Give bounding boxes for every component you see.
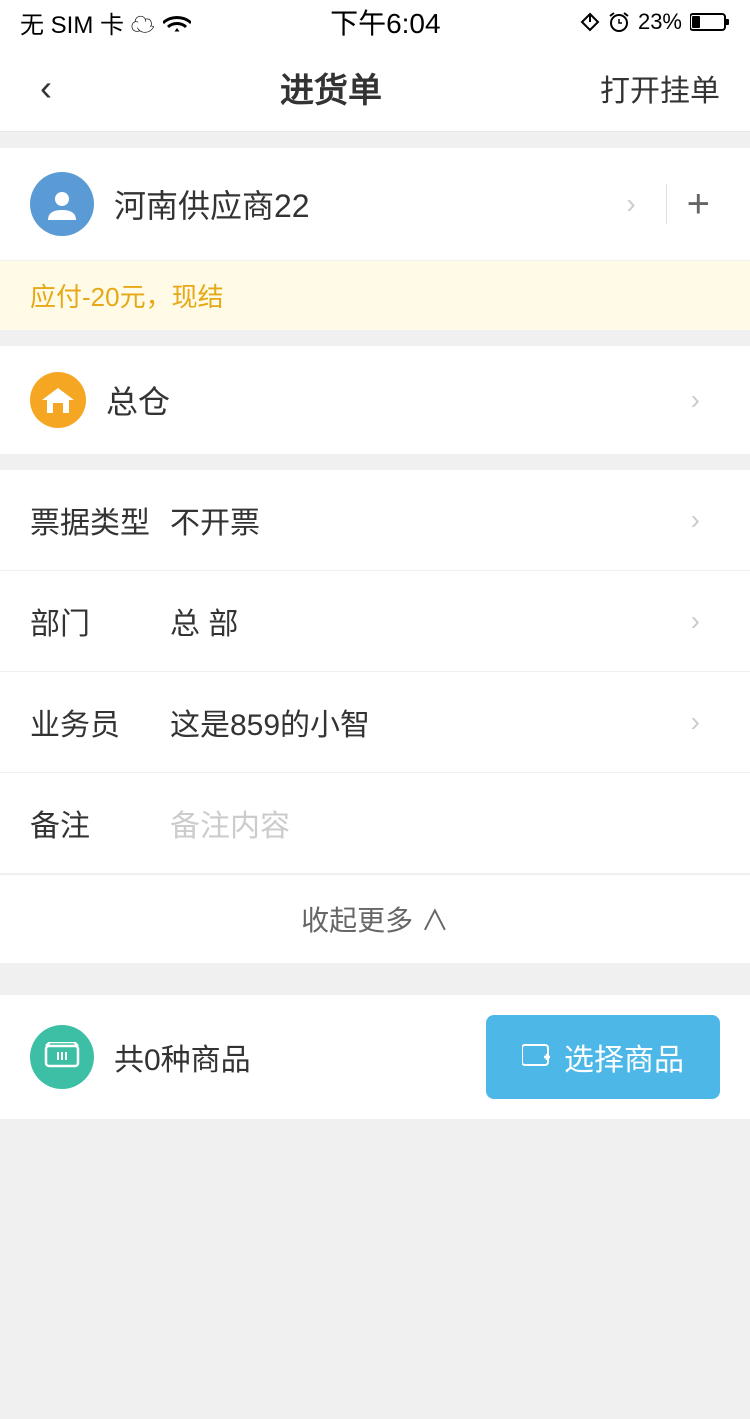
cart-icon xyxy=(44,1042,80,1072)
supplier-name: 河南供应商22 xyxy=(114,181,626,227)
warehouse-name: 总仓 xyxy=(106,377,691,423)
product-icon xyxy=(30,1025,94,1089)
section-gap-4 xyxy=(0,963,750,979)
alarm-icon xyxy=(608,11,630,33)
supplier-section: 河南供应商22 › + 应付-20元，现结 xyxy=(0,148,750,330)
page-rest xyxy=(0,1119,750,1419)
supplier-avatar xyxy=(30,172,94,236)
value-salesperson: 这是859的小智 xyxy=(170,700,691,744)
form-row-salesperson[interactable]: 业务员 这是859的小智 › xyxy=(0,672,750,773)
status-bar: 无 SIM 卡 ☁ 下午6:04 23% xyxy=(0,0,750,44)
warehouse-section[interactable]: 总仓 › xyxy=(0,346,750,454)
section-gap-3 xyxy=(0,454,750,470)
open-pending-button[interactable]: 打开挂单 xyxy=(600,66,720,110)
invoice-type-chevron-icon: › xyxy=(691,504,700,536)
section-gap-2 xyxy=(0,330,750,346)
warehouse-row[interactable]: 总仓 › xyxy=(0,346,750,454)
salesperson-chevron-icon: › xyxy=(691,706,700,738)
vertical-divider xyxy=(666,184,667,224)
nav-bar: ‹ 进货单 打开挂单 xyxy=(0,44,750,132)
value-department: 总 部 xyxy=(170,599,691,643)
label-invoice-type: 票据类型 xyxy=(30,498,150,542)
bottom-bar: 共0种商品 选择商品 xyxy=(0,995,750,1119)
label-department: 部门 xyxy=(30,599,150,643)
select-product-button[interactable]: 选择商品 xyxy=(486,1015,720,1099)
form-row-department[interactable]: 部门 总 部 › xyxy=(0,571,750,672)
warehouse-chevron-icon: › xyxy=(691,384,700,416)
sim-label: 无 SIM 卡 ☁ xyxy=(20,5,155,40)
value-invoice-type: 不开票 xyxy=(170,498,691,542)
wifi-icon xyxy=(163,12,191,32)
add-button[interactable]: + xyxy=(677,182,720,227)
select-icon xyxy=(522,1043,554,1071)
status-right: 23% xyxy=(580,9,730,35)
collapse-button[interactable]: 收起更多 ∧ xyxy=(301,899,449,939)
form-row-invoice-type[interactable]: 票据类型 不开票 › xyxy=(0,470,750,571)
status-time: 下午6:04 xyxy=(330,2,441,42)
warehouse-icon xyxy=(30,372,86,428)
label-remark: 备注 xyxy=(30,801,150,845)
battery-label: 23% xyxy=(638,9,682,35)
supplier-chevron-icon: › xyxy=(626,188,635,220)
value-remark-placeholder: 备注内容 xyxy=(170,801,720,845)
section-gap-1 xyxy=(0,132,750,148)
location-icon xyxy=(580,12,600,32)
page-title: 进货单 xyxy=(280,63,382,112)
form-row-remark[interactable]: 备注 备注内容 xyxy=(0,773,750,874)
select-btn-label: 选择商品 xyxy=(564,1035,684,1079)
department-chevron-icon: › xyxy=(691,605,700,637)
status-left: 无 SIM 卡 ☁ xyxy=(20,5,191,40)
product-count-label: 共0种商品 xyxy=(114,1035,486,1079)
notice-text: 应付-20元，现结 xyxy=(30,282,224,312)
person-icon xyxy=(44,186,80,222)
collapse-row[interactable]: 收起更多 ∧ xyxy=(0,874,750,963)
label-salesperson: 业务员 xyxy=(30,700,150,744)
form-section: 票据类型 不开票 › 部门 总 部 › 业务员 这是859的小智 › 备注 备注… xyxy=(0,470,750,963)
back-button[interactable]: ‹ xyxy=(30,57,62,119)
notice-bar: 应付-20元，现结 xyxy=(0,261,750,330)
supplier-row[interactable]: 河南供应商22 › + xyxy=(0,148,750,261)
house-icon xyxy=(41,385,75,415)
battery-icon xyxy=(690,12,730,32)
